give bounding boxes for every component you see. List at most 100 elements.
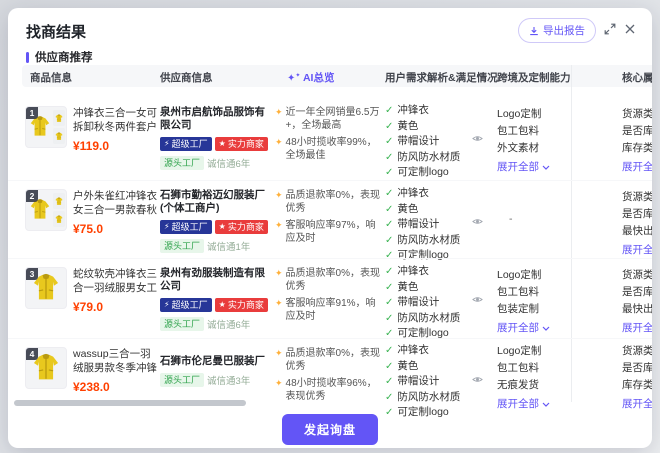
product-title[interactable]: 户外朱雀红冲锋衣女三合一男款春秋季旅游登山.. xyxy=(73,189,159,217)
expand-all-link[interactable]: 展开全部 xyxy=(497,159,550,176)
source-factory-badge: 源头工厂 xyxy=(160,317,204,331)
close-icon[interactable] xyxy=(624,23,636,35)
column-header-cross-border: 跨境及定制能力 xyxy=(497,70,571,85)
expand-all-link[interactable]: 展开全部 xyxy=(622,242,652,259)
source-factory-badge: 源头工厂 xyxy=(160,156,204,170)
power-merchant-badge: 实力商家 xyxy=(215,298,268,312)
product-image[interactable]: 1 xyxy=(25,106,67,148)
product-title[interactable]: 蛇纹软壳冲锋衣三合一羽绒服男女工装外套防风.. xyxy=(73,267,159,295)
core-attr-item: 是否库存 xyxy=(622,360,652,377)
demand-item: 可定制logo xyxy=(397,165,448,181)
product-image[interactable]: 2 xyxy=(25,189,67,231)
rank-badge: 1 xyxy=(26,107,38,119)
core-attr-item: 是否库存 xyxy=(622,123,652,140)
rank-badge: 3 xyxy=(26,268,38,280)
check-icon xyxy=(385,405,393,421)
sparkle-icon xyxy=(275,136,283,162)
supplier-name[interactable]: 泉州市启航饰品服饰有限公司 xyxy=(160,106,272,132)
product-price: ¥79.0 xyxy=(73,300,159,314)
demand-item: 冲锋衣 xyxy=(397,186,429,202)
ai-insight: 48小时揽收率96%，表现优秀 xyxy=(286,377,380,403)
capability-item: Logo定制 xyxy=(497,267,569,284)
check-icon xyxy=(385,165,393,181)
supplier-name[interactable]: 泉州有劲服装制造有限公司 xyxy=(160,267,272,293)
page-title: 找商结果 xyxy=(26,21,86,42)
core-attr-item: 库存类型 xyxy=(622,140,652,157)
sparkle-icon xyxy=(275,377,283,403)
initiate-inquiry-button[interactable]: 发起询盘 xyxy=(282,414,378,445)
expand-all-link[interactable]: 展开全部 xyxy=(622,396,652,413)
core-attr-item: 货源类型 xyxy=(622,343,652,360)
product-price: ¥75.0 xyxy=(73,222,159,236)
power-merchant-badge: 实力商家 xyxy=(215,137,268,151)
check-icon xyxy=(385,186,393,202)
trust-years-badge: 诚信通1年 xyxy=(207,239,250,253)
capability-item: 无痕发货 xyxy=(497,377,569,394)
product-title[interactable]: 冲锋衣三合一女可拆卸秋冬两件套户外风衣外套.. xyxy=(73,106,159,134)
check-icon xyxy=(385,311,393,327)
rank-badge: 2 xyxy=(26,190,38,202)
ai-insight: 品质退款率0%，表现优秀 xyxy=(286,347,380,373)
demand-item: 带帽设计 xyxy=(397,217,439,233)
eye-icon[interactable] xyxy=(472,375,483,384)
check-icon xyxy=(385,359,393,375)
eye-icon[interactable] xyxy=(472,217,483,226)
check-icon xyxy=(385,103,393,119)
table-header-row: 商品信息 供应商信息 AI总览 用户需求解析&满足情况 跨境及定制能力 核心属性 xyxy=(22,65,652,87)
rank-badge: 4 xyxy=(26,348,38,360)
sparkle-icon xyxy=(275,267,283,293)
core-attr-item: 货源类型 xyxy=(622,106,652,123)
expand-all-link[interactable]: 展开全部 xyxy=(497,396,550,413)
capability-item: 包工包料 xyxy=(497,360,569,377)
chevron-down-icon xyxy=(542,165,550,170)
horizontal-scrollbar-thumb[interactable] xyxy=(14,400,246,406)
check-icon xyxy=(385,374,393,390)
capability-item: 外文素材 xyxy=(497,140,569,157)
super-factory-badge: 超级工厂 xyxy=(160,298,212,312)
chevron-down-icon xyxy=(542,326,550,331)
demand-item: 防风防水材质 xyxy=(397,390,460,406)
supplier-name[interactable]: 石狮市勤裕迈幻服装厂(个体工商户) xyxy=(160,189,272,215)
expand-all-link[interactable]: 展开全部 xyxy=(622,159,652,176)
demand-item: 黄色 xyxy=(397,280,418,296)
trust-years-badge: 诚信通6年 xyxy=(207,156,250,170)
core-attr-item: 库存类型 xyxy=(622,377,652,394)
core-attr-item: 最快出货 xyxy=(622,223,652,240)
super-factory-badge: 超级工厂 xyxy=(160,137,212,151)
check-icon xyxy=(385,280,393,296)
trust-years-badge: 诚信通6年 xyxy=(207,317,250,331)
product-image[interactable]: 4 xyxy=(25,347,67,389)
product-price: ¥238.0 xyxy=(73,380,159,394)
check-icon xyxy=(385,343,393,359)
core-attr-item: 货源类型 xyxy=(622,189,652,206)
ai-insight: 客服响应率97%，响应及时 xyxy=(286,219,380,245)
core-attr-item: 货源类型 xyxy=(622,267,652,284)
download-icon xyxy=(529,26,539,36)
section-supplier-recommendation: 供应商推荐 xyxy=(26,49,93,65)
ai-insight: 品质退款率0%，表现优秀 xyxy=(286,267,380,293)
sparkle-icon xyxy=(275,106,283,132)
expand-all-link[interactable]: 展开全部 xyxy=(622,320,652,337)
check-icon xyxy=(385,202,393,218)
expand-icon[interactable] xyxy=(604,23,616,35)
eye-icon[interactable] xyxy=(472,134,483,143)
capability-empty-dash: - xyxy=(497,211,569,228)
check-icon xyxy=(385,390,393,406)
capability-item: 包工包料 xyxy=(497,123,569,140)
column-header-demand: 用户需求解析&满足情况 xyxy=(385,70,498,85)
product-image[interactable]: 3 xyxy=(25,267,67,309)
product-title[interactable]: wassup三合一羽绒服男款冬季冲锋衣情侣防水.. xyxy=(73,347,159,375)
find-supplier-results-modal: 找商结果 导出报告 供应商推荐 商品信息 供应商信息 AI总览 用户需求解析&满… xyxy=(8,8,652,448)
column-header-product: 商品信息 xyxy=(30,70,72,85)
supplier-name[interactable]: 石狮市伦尼曼巴服装厂 xyxy=(160,355,272,368)
demand-item: 可定制logo xyxy=(397,405,448,421)
capability-item: Logo定制 xyxy=(497,343,569,360)
chevron-down-icon xyxy=(542,402,550,407)
eye-icon[interactable] xyxy=(472,295,483,304)
check-icon xyxy=(385,264,393,280)
export-report-button[interactable]: 导出报告 xyxy=(518,18,596,43)
expand-all-link[interactable]: 展开全部 xyxy=(497,320,550,337)
check-icon xyxy=(385,119,393,135)
demand-item: 黄色 xyxy=(397,202,418,218)
product-price: ¥119.0 xyxy=(73,139,159,153)
